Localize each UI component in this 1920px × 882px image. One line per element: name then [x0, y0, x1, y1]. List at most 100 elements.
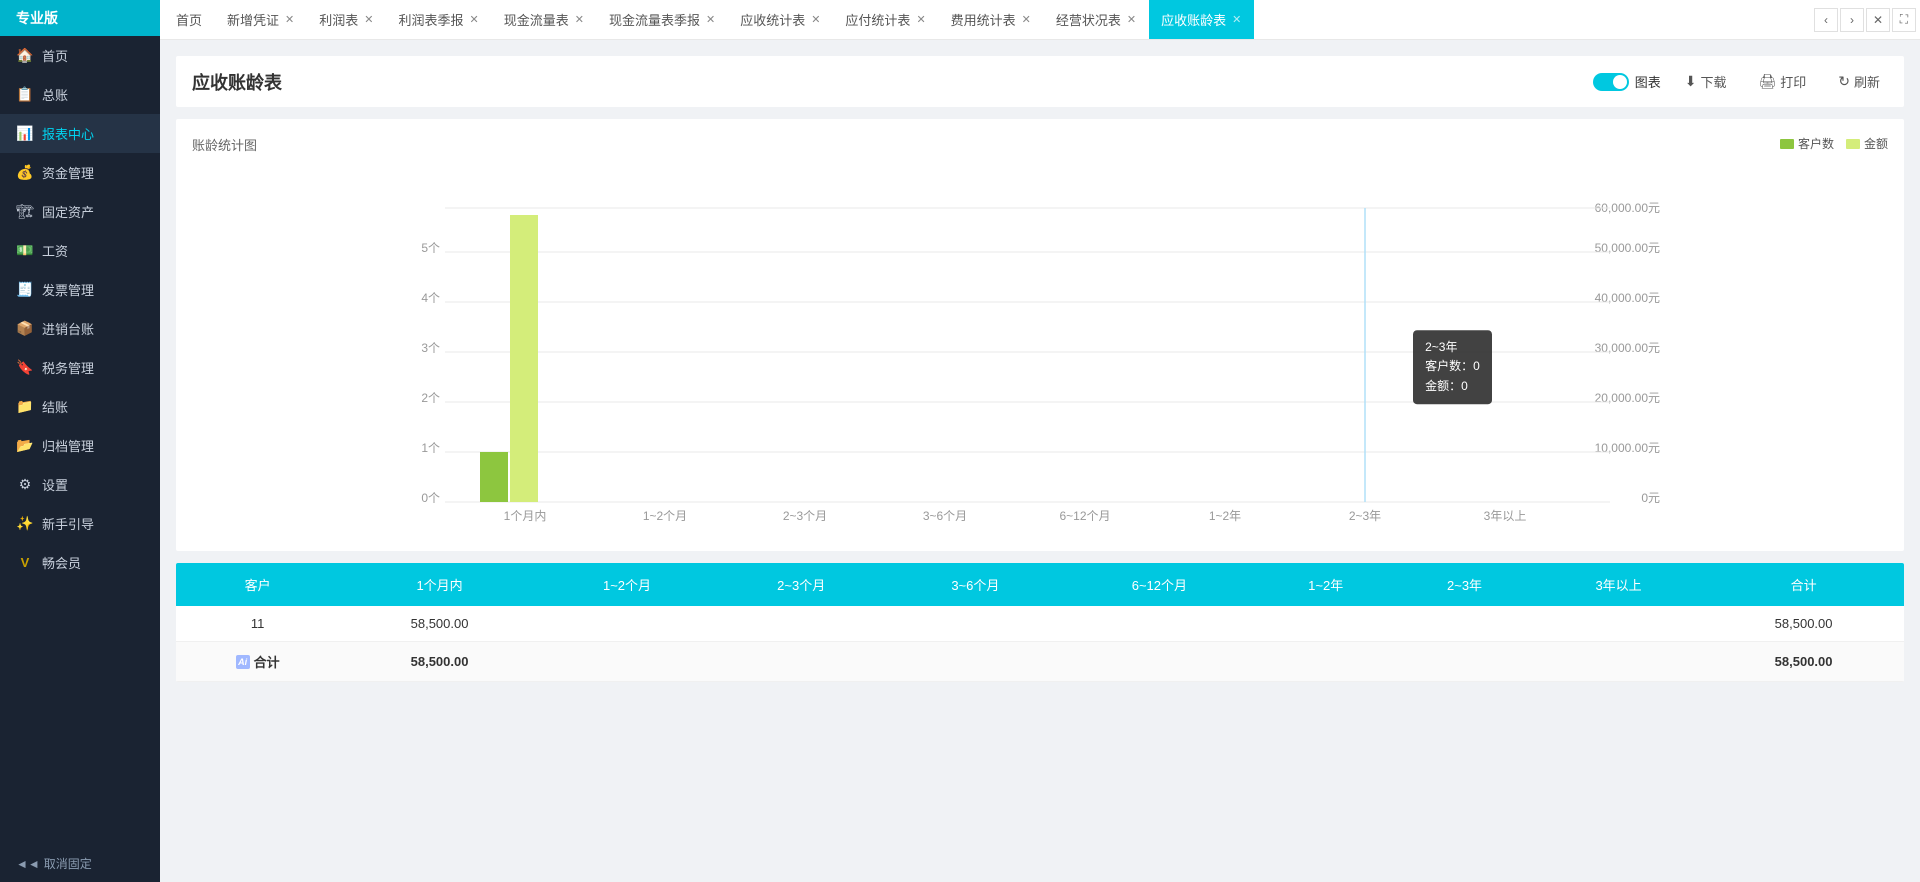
header-actions: 图表 ⬇ 下载 🖨 打印 ↻ 刷新 [1593, 68, 1888, 95]
svg-text:20,000.00元: 20,000.00元 [1595, 391, 1660, 405]
total-sum: 58,500.00 [1703, 642, 1904, 682]
sidebar-item-invoice[interactable]: 🧾 发票管理 [0, 270, 160, 309]
chart-toggle[interactable]: 图表 [1593, 72, 1661, 91]
svg-text:4个: 4个 [421, 291, 440, 305]
legend-customer-label: 客户数 [1798, 135, 1834, 152]
refresh-button[interactable]: ↻ 刷新 [1830, 68, 1888, 95]
purchase-icon: 📦 [16, 320, 34, 337]
tab-ar-aging-close[interactable]: ✕ [1232, 13, 1241, 26]
page-content-area: 应收账龄表 图表 ⬇ 下载 🖨 打印 ↻ 刷新 [160, 40, 1920, 882]
svg-text:0元: 0元 [1641, 491, 1660, 505]
svg-text:10,000.00元: 10,000.00元 [1595, 441, 1660, 455]
svg-text:30,000.00元: 30,000.00元 [1595, 341, 1660, 355]
toggle-track[interactable] [1593, 73, 1629, 91]
refresh-label: 刷新 [1854, 72, 1880, 91]
tab-profit-quarter-close[interactable]: ✕ [470, 13, 479, 26]
sidebar-item-close[interactable]: 📁 结账 [0, 387, 160, 426]
tab-scroll-right[interactable]: › [1840, 8, 1864, 32]
sidebar-item-capital[interactable]: 💰 资金管理 [0, 153, 160, 192]
tab-profit[interactable]: 利润表 ✕ [307, 0, 386, 40]
bar-amount-0[interactable] [510, 215, 538, 502]
svg-text:2~3个月: 2~3个月 [783, 509, 827, 523]
sidebar-item-home[interactable]: 🏠 首页 [0, 36, 160, 75]
tab-profit-close[interactable]: ✕ [364, 13, 373, 26]
payroll-icon: 💵 [16, 242, 34, 259]
sidebar-item-vip[interactable]: V 畅会员 [0, 543, 160, 582]
refresh-icon: ↻ [1838, 73, 1850, 90]
total-6-12m [1062, 642, 1256, 682]
col-header-1-2y: 1~2年 [1256, 563, 1395, 606]
sidebar-item-ledger[interactable]: 📋 总账 [0, 75, 160, 114]
sidebar-label-reports: 报表中心 [42, 124, 94, 143]
page-header: 应收账龄表 图表 ⬇ 下载 🖨 打印 ↻ 刷新 [176, 56, 1904, 107]
tab-voucher[interactable]: 新增凭证 ✕ [215, 0, 307, 40]
print-button[interactable]: 🖨 打印 [1750, 68, 1814, 95]
data-table: 客户 1个月内 1~2个月 2~3个月 3~6个月 6~12个月 1~2年 2~… [176, 563, 1904, 682]
close-books-icon: 📁 [16, 398, 34, 415]
cell-2-3y [1395, 606, 1534, 642]
col-header-1-2m: 1~2个月 [540, 563, 714, 606]
bar-customer-0[interactable] [480, 452, 508, 502]
app-logo: 专业版 [0, 0, 160, 36]
total-1-2y [1256, 642, 1395, 682]
tab-expense-stat-close[interactable]: ✕ [1022, 13, 1031, 26]
tab-ar-stat[interactable]: 应收统计表 ✕ [728, 0, 833, 40]
download-button[interactable]: ⬇ 下载 [1677, 68, 1735, 95]
tab-ap-stat-close[interactable]: ✕ [916, 13, 925, 26]
tab-profit-quarter[interactable]: 利润表季报 ✕ [386, 0, 491, 40]
chart-svg: 0个 1个 2个 3个 4个 5个 0元 10,000.00元 20,000.0… [192, 162, 1888, 532]
sidebar-item-settings[interactable]: ⚙ 设置 [0, 465, 160, 504]
total-1m: 58,500.00 [339, 642, 540, 682]
legend-customer-color [1780, 139, 1794, 149]
tab-scroll-left[interactable]: ‹ [1814, 8, 1838, 32]
tab-ar-stat-close[interactable]: ✕ [811, 13, 820, 26]
tab-home[interactable]: 首页 [164, 0, 215, 40]
tab-expense-stat[interactable]: 费用统计表 ✕ [939, 0, 1044, 40]
svg-text:2~3年: 2~3年 [1349, 509, 1381, 523]
tab-ar-aging[interactable]: 应收账龄表 ✕ [1149, 0, 1254, 40]
tab-biz-status-label: 经营状况表 [1056, 10, 1121, 29]
table-row: 11 58,500.00 58,500.00 [176, 606, 1904, 642]
sidebar-item-assets[interactable]: 🏗 固定资产 [0, 192, 160, 231]
page-title: 应收账龄表 [192, 69, 1593, 95]
tab-close-all[interactable]: ✕ [1866, 8, 1890, 32]
sidebar-item-tax[interactable]: 🔖 税务管理 [0, 348, 160, 387]
tab-biz-status[interactable]: 经营状况表 ✕ [1044, 0, 1149, 40]
toggle-fixed-button[interactable]: ◄◄ 取消固定 [0, 845, 160, 882]
tab-ap-stat[interactable]: 应付统计表 ✕ [833, 0, 938, 40]
tab-voucher-close[interactable]: ✕ [285, 13, 294, 26]
sidebar-item-guide[interactable]: ✨ 新手引导 [0, 504, 160, 543]
toggle-fixed-icon: ◄◄ [16, 857, 40, 871]
tab-ap-stat-label: 应付统计表 [845, 10, 910, 29]
tab-profit-label: 利润表 [319, 10, 358, 29]
chart-container: 账龄统计图 客户数 金额 0个 1个 2个 3个 [176, 119, 1904, 551]
home-icon: 🏠 [16, 47, 34, 64]
tab-cashflow-close[interactable]: ✕ [575, 13, 584, 26]
tab-cashflow[interactable]: 现金流量表 ✕ [492, 0, 597, 40]
col-header-3-6m: 3~6个月 [888, 563, 1062, 606]
svg-text:1~2年: 1~2年 [1209, 509, 1241, 523]
tab-maximize[interactable]: ⛶ [1892, 8, 1916, 32]
sidebar-item-purchase[interactable]: 📦 进销台账 [0, 309, 160, 348]
sidebar-item-payroll[interactable]: 💵 工资 [0, 231, 160, 270]
toggle-thumb [1613, 75, 1627, 89]
tab-nav-buttons: ‹ › ✕ ⛶ [1814, 8, 1916, 32]
tab-cashflow-quarter-close[interactable]: ✕ [706, 13, 715, 26]
download-label: 下载 [1700, 72, 1726, 91]
total-row: Ai 合计 58,500.00 58,500.00 [176, 642, 1904, 682]
sidebar-label-ledger: 总账 [42, 85, 68, 104]
toggle-label: 图表 [1635, 72, 1661, 91]
tab-cashflow-label: 现金流量表 [504, 10, 569, 29]
sidebar-label-archive: 归档管理 [42, 436, 94, 455]
tab-cashflow-quarter[interactable]: 现金流量表季报 ✕ [597, 0, 728, 40]
sidebar-label-vip: 畅会员 [42, 553, 81, 572]
sidebar-item-archive[interactable]: 📂 归档管理 [0, 426, 160, 465]
cell-6-12m [1062, 606, 1256, 642]
sidebar: 专业版 🏠 首页 📋 总账 📊 报表中心 💰 资金管理 🏗 固定资产 💵 工资 … [0, 0, 160, 882]
table-header-row: 客户 1个月内 1~2个月 2~3个月 3~6个月 6~12个月 1~2年 2~… [176, 563, 1904, 606]
svg-text:5个: 5个 [421, 241, 440, 255]
col-header-over-3y: 3年以上 [1534, 563, 1703, 606]
sidebar-item-reports[interactable]: 📊 报表中心 [0, 114, 160, 153]
svg-text:3年以上: 3年以上 [1484, 509, 1527, 523]
tab-biz-status-close[interactable]: ✕ [1127, 13, 1136, 26]
